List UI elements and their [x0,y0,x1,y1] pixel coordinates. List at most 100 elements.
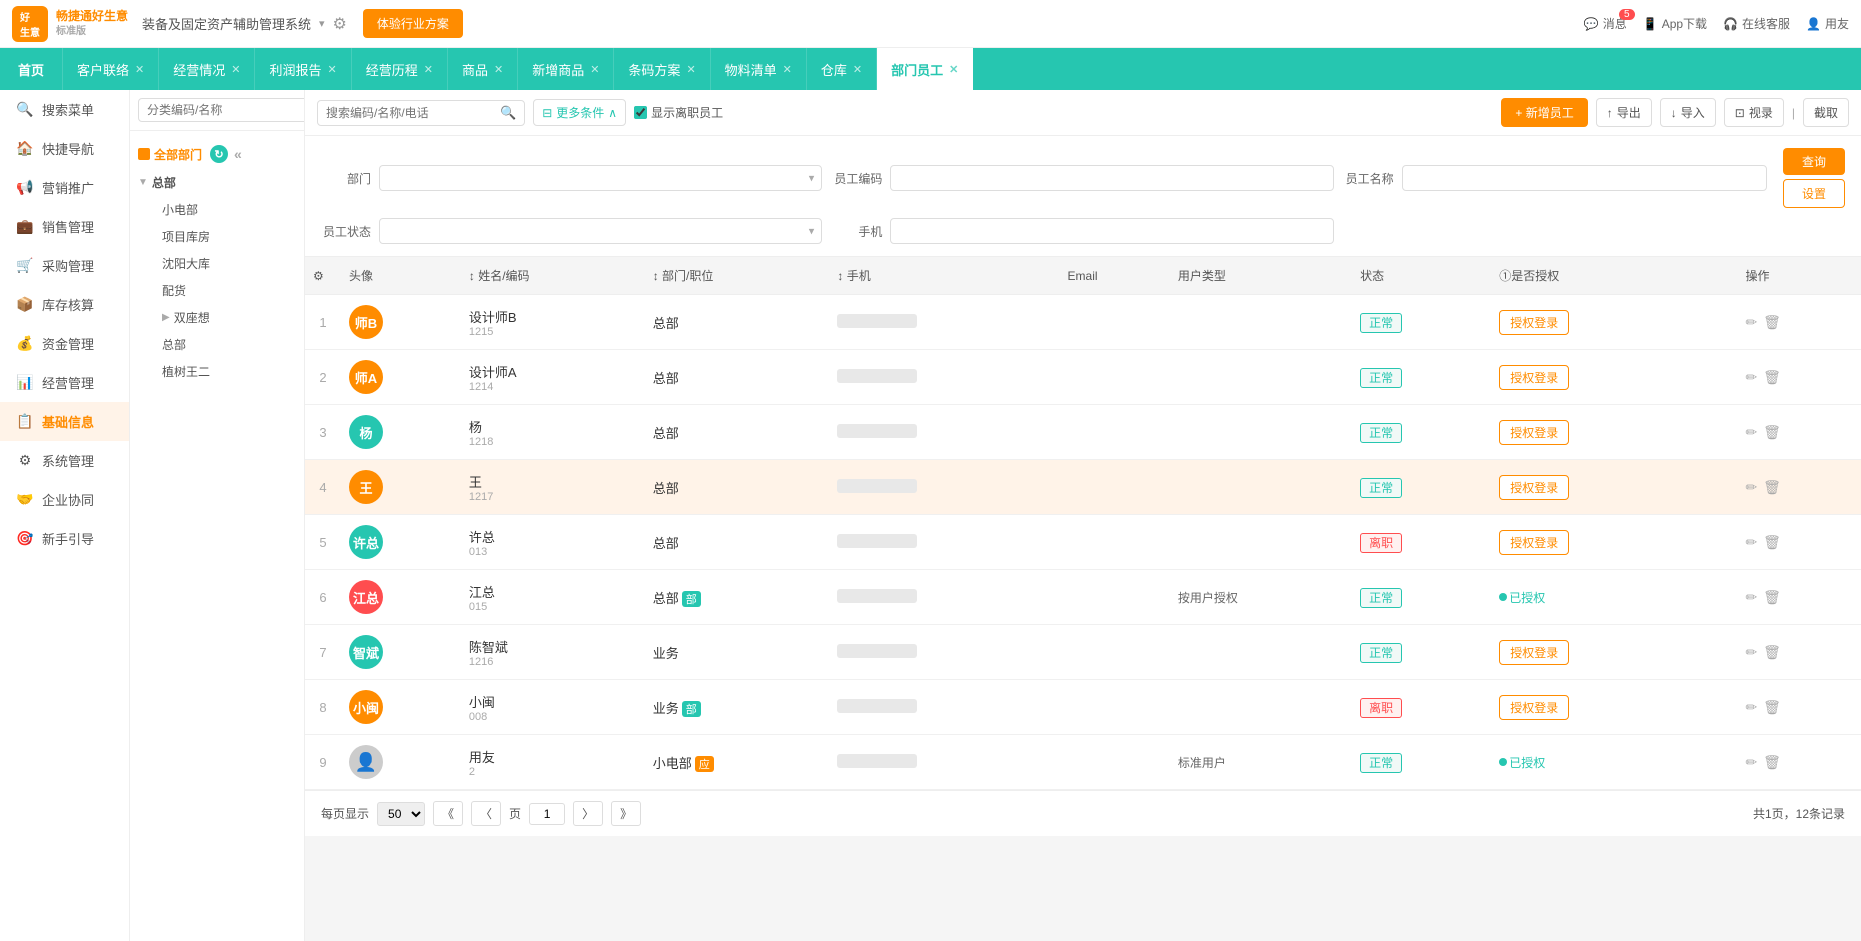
nav-item-profit[interactable]: 利润报告 ✕ [255,48,351,90]
auth-login-btn[interactable]: 授权登录 [1499,310,1569,335]
per-page-select[interactable]: 50 [377,802,425,826]
user-avatar-btn[interactable]: 👤 用友 [1806,15,1849,32]
sidebar-item-collab[interactable]: 🤝 企业协同 [0,480,129,519]
dept-node-project[interactable]: 项目库房 [130,223,304,250]
delete-btn[interactable]: 🗑 [1763,699,1781,716]
nav-item-operation[interactable]: 经营情况 ✕ [159,48,255,90]
dept-node-shenyang[interactable]: 沈阳大库 [130,250,304,277]
add-employee-btn[interactable]: + 新增员工 [1501,98,1587,127]
close-icon[interactable]: ✕ [783,63,792,76]
close-icon[interactable]: ✕ [328,63,337,76]
nav-item-dept-staff[interactable]: 部门员工 ✕ [877,48,973,90]
resigned-checkbox-input[interactable] [634,106,647,119]
sidebar-item-management[interactable]: 📊 经营管理 [0,363,129,402]
sidebar-item-quicknav[interactable]: 🏠 快捷导航 [0,129,129,168]
dept-node-distribution[interactable]: 配货 [130,277,304,304]
sidebar-item-sales[interactable]: 💼 销售管理 [0,207,129,246]
dept-refresh-icon[interactable]: ↻ [210,145,228,163]
edit-btn[interactable]: ✏ [1745,534,1757,551]
sidebar-item-inventory[interactable]: 📦 库存核算 [0,285,129,324]
last-page-btn[interactable]: 》 [611,801,641,826]
settings-icon[interactable]: ⚙ [333,14,347,34]
view-btn[interactable]: ⊡ 视录 [1724,98,1784,127]
phone-input[interactable] [890,218,1333,244]
delete-btn[interactable]: 🗑 [1763,589,1781,606]
emp-status-select[interactable] [379,218,822,244]
page-input[interactable] [529,803,565,825]
auth-login-btn[interactable]: 授权登录 [1499,695,1569,720]
col-settings[interactable]: ⚙ [305,257,341,295]
message-btn[interactable]: 💬 消息 5 [1584,15,1627,32]
nav-item-goods[interactable]: 商品 ✕ [448,48,518,90]
close-icon[interactable]: ✕ [590,63,599,76]
first-page-btn[interactable]: 《 [433,801,463,826]
close-active-icon[interactable]: ✕ [949,63,958,76]
sidebar-item-guide[interactable]: 🎯 新手引导 [0,519,129,558]
close-icon[interactable]: ✕ [424,63,433,76]
nav-item-bom[interactable]: 物料清单 ✕ [711,48,807,90]
delete-btn[interactable]: 🗑 [1763,314,1781,331]
dept-node-shuangzuo[interactable]: ▶ 双座想 [130,304,304,331]
nav-item-warehouse[interactable]: 仓库 ✕ [807,48,877,90]
edit-btn[interactable]: ✏ [1745,589,1757,606]
search-input[interactable] [326,106,496,120]
delete-btn[interactable]: 🗑 [1763,534,1781,551]
close-icon[interactable]: ✕ [853,63,862,76]
close-icon[interactable]: ✕ [231,63,240,76]
more-conditions-btn[interactable]: ⊟ 更多条件 ∧ [533,99,626,126]
edit-btn[interactable]: ✏ [1745,754,1757,771]
delete-btn[interactable]: 🗑 [1763,369,1781,386]
nav-item-home[interactable]: 首页 [0,48,63,90]
edit-btn[interactable]: ✏ [1745,369,1757,386]
delete-btn[interactable]: 🗑 [1763,479,1781,496]
close-icon[interactable]: ✕ [686,63,695,76]
set-btn[interactable]: 设置 [1783,179,1845,208]
edit-btn[interactable]: ✏ [1745,699,1757,716]
sidebar-item-search[interactable]: 🔍 搜索菜单 [0,90,129,129]
dept-collapse-icon[interactable]: « [234,146,242,162]
import-btn[interactable]: ↓ 导入 [1660,98,1716,127]
sidebar-item-system[interactable]: ⚙ 系统管理 [0,441,129,480]
sidebar-item-marketing[interactable]: 📢 营销推广 [0,168,129,207]
emp-name-input[interactable] [1402,165,1767,191]
nav-item-customer[interactable]: 客户联络 ✕ [63,48,159,90]
dept-node-zongbu[interactable]: 总部 [130,331,304,358]
auth-login-btn[interactable]: 授权登录 [1499,530,1569,555]
export-btn[interactable]: ↑ 导出 [1596,98,1652,127]
query-btn[interactable]: 查询 [1783,148,1845,175]
delete-btn[interactable]: 🗑 [1763,754,1781,771]
dept-node-headquarters[interactable]: ▼ 总部 [130,169,304,196]
online-service-btn[interactable]: 🎧 在线客服 [1723,15,1790,32]
app-download-btn[interactable]: 📱 App下载 [1643,15,1707,32]
auth-login-btn[interactable]: 授权登录 [1499,475,1569,500]
auth-login-btn[interactable]: 授权登录 [1499,420,1569,445]
dept-header-all[interactable]: 全部部门 ↻ « [130,139,304,169]
close-icon[interactable]: ✕ [135,63,144,76]
close-icon[interactable]: ✕ [494,63,503,76]
emp-code-input[interactable] [890,165,1333,191]
edit-btn[interactable]: ✏ [1745,314,1757,331]
print-btn[interactable]: 截取 [1803,98,1849,127]
sidebar-item-finance[interactable]: 💰 资金管理 [0,324,129,363]
col-name-code[interactable]: ↕ 姓名/编码 [461,257,645,295]
edit-btn[interactable]: ✏ [1745,644,1757,661]
col-dept-position[interactable]: ↕ 部门/职位 [645,257,830,295]
auth-login-btn[interactable]: 授权登录 [1499,365,1569,390]
show-resigned-checkbox[interactable]: 显示离职员工 [634,104,723,121]
col-phone[interactable]: ↕ 手机 [829,257,1059,295]
auth-login-btn[interactable]: 授权登录 [1499,640,1569,665]
edit-btn[interactable]: ✏ [1745,424,1757,441]
sidebar-item-basic-info[interactable]: 📋 基础信息 [0,402,129,441]
title-dropdown-icon[interactable]: ▾ [319,17,325,30]
sidebar-item-purchase[interactable]: 🛒 采购管理 [0,246,129,285]
trial-btn[interactable]: 体验行业方案 [363,9,463,38]
edit-btn[interactable]: ✏ [1745,479,1757,496]
delete-btn[interactable]: 🗑 [1763,424,1781,441]
next-page-btn[interactable]: 〉 [573,801,603,826]
nav-item-barcode[interactable]: 条码方案 ✕ [614,48,710,90]
prev-page-btn[interactable]: 〈 [471,801,501,826]
delete-btn[interactable]: 🗑 [1763,644,1781,661]
dept-node-zhishu[interactable]: 植树王二 [130,358,304,385]
nav-item-history[interactable]: 经营历程 ✕ [352,48,448,90]
dept-select[interactable] [379,165,822,191]
